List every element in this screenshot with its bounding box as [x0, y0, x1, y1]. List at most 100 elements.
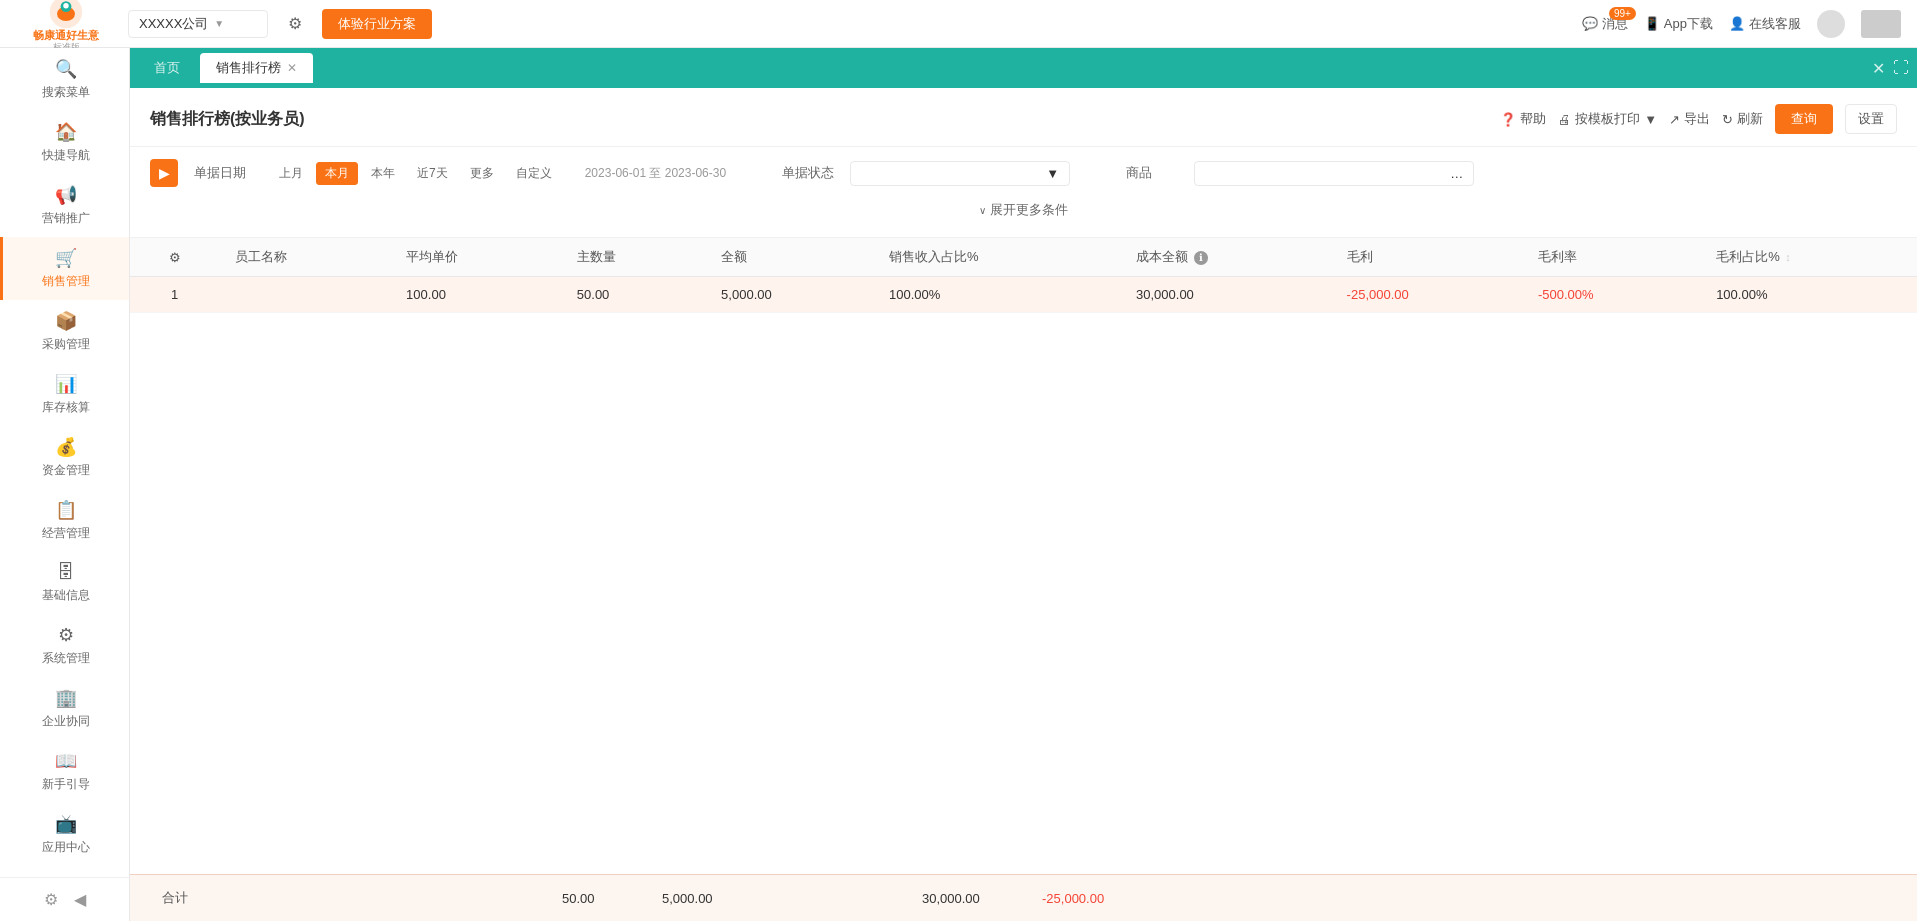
sidebar-item-sales[interactable]: 🛒 销售管理 — [0, 237, 129, 300]
sidebar-collapse-button[interactable]: ◀ — [74, 890, 86, 909]
svg-point-3 — [63, 3, 68, 8]
sidebar-item-guide[interactable]: 📖 新手引导 — [0, 740, 129, 803]
table-container: ⚙ 员工名称 平均单价 主数量 全额 销售收入占比% 成本全额 ℹ 毛利 毛利率… — [130, 238, 1917, 874]
data-table: ⚙ 员工名称 平均单价 主数量 全额 销售收入占比% 成本全额 ℹ 毛利 毛利率… — [130, 238, 1917, 313]
message-button[interactable]: 💬 消息 99+ — [1582, 15, 1628, 33]
sidebar-label-sales: 销售管理 — [42, 273, 90, 290]
th-avg-price: 平均单价 — [390, 238, 561, 277]
basic-icon: 🗄 — [57, 562, 75, 583]
date-btn-custom[interactable]: 自定义 — [507, 162, 561, 185]
sidebar-item-basic[interactable]: 🗄 基础信息 — [0, 552, 129, 614]
trial-button[interactable]: 体验行业方案 — [322, 9, 432, 39]
sidebar-item-purchase[interactable]: 📦 采购管理 — [0, 300, 129, 363]
help-button[interactable]: ❓ 帮助 — [1500, 110, 1546, 128]
sidebar-item-marketing[interactable]: 📢 营销推广 — [0, 174, 129, 237]
app-download-label: App下载 — [1664, 15, 1713, 33]
th-gross-pct: 毛利占比% ↕ — [1700, 238, 1917, 277]
th-gross-margin: 毛利率 — [1522, 238, 1700, 277]
export-button[interactable]: ↗ 导出 — [1669, 110, 1710, 128]
th-sales-pct: 销售收入占比% — [873, 238, 1120, 277]
enterprise-icon: 🏢 — [55, 687, 77, 709]
tab-close-button[interactable]: ✕ — [1872, 59, 1885, 78]
date-btn-7days[interactable]: 近7天 — [408, 162, 457, 185]
sidebar-label-inventory: 库存核算 — [42, 399, 90, 416]
help-label: 帮助 — [1520, 110, 1546, 128]
avatar-name[interactable] — [1861, 10, 1901, 38]
message-icon: 💬 — [1582, 16, 1598, 31]
help-icon: ❓ — [1500, 112, 1516, 127]
cell-gross-pct: 100.00% — [1700, 277, 1917, 313]
th-gross-profit: 毛利 — [1331, 238, 1522, 277]
sidebar-item-inventory[interactable]: 📊 库存核算 — [0, 363, 129, 426]
footer-total-amount: 5,000.00 — [646, 887, 766, 910]
page-actions: ❓ 帮助 🖨 按模板打印 ▼ ↗ 导出 ↻ — [1500, 104, 1897, 134]
export-label: 导出 — [1684, 110, 1710, 128]
more-conditions-toggle[interactable]: ∨ 展开更多条件 — [150, 195, 1897, 225]
date-btn-current-year[interactable]: 本年 — [362, 162, 404, 185]
sidebar-settings-button[interactable]: ⚙ — [44, 890, 58, 909]
sidebar-label-search: 搜索菜单 — [42, 84, 90, 101]
expand-icon: ∨ — [979, 205, 986, 216]
logo-icon — [48, 0, 84, 30]
footer-gross-profit: -25,000.00 — [1026, 887, 1146, 910]
tab-sales-ranking[interactable]: 销售排行榜 ✕ — [200, 53, 313, 83]
tab-close-icon[interactable]: ✕ — [287, 61, 297, 75]
cost-info-icon[interactable]: ℹ — [1194, 251, 1208, 265]
sidebar-bottom: ⚙ ◀ — [0, 877, 129, 921]
sidebar-item-shortcut[interactable]: 🏠 快捷导航 — [0, 111, 129, 174]
th-employee-name: 员工名称 — [219, 238, 390, 277]
print-button[interactable]: 🖨 按模板打印 ▼ — [1558, 110, 1657, 128]
sidebar-item-system[interactable]: ⚙ 系统管理 — [0, 614, 129, 677]
filter-row-1: ▶ 单据日期 上月 本月 本年 近7天 更多 自定义 2023-06-01 至 … — [150, 159, 1897, 187]
status-label: 单据状态 — [782, 164, 842, 182]
sidebar-label-guide: 新手引导 — [42, 776, 90, 793]
sidebar-item-operations[interactable]: 📋 经营管理 — [0, 489, 129, 552]
online-service-button[interactable]: 👤 在线客服 — [1729, 15, 1801, 33]
settings-button[interactable]: 设置 — [1845, 104, 1897, 134]
sidebar-label-purchase: 采购管理 — [42, 336, 90, 353]
refresh-button[interactable]: ↻ 刷新 — [1722, 110, 1763, 128]
home-icon: 🏠 — [55, 121, 77, 143]
top-bar: 畅康通好生意 标准版 XXXXX公司 ▼ ⚙ 体验行业方案 💬 消息 99+ 📱… — [0, 0, 1917, 48]
tab-home[interactable]: 首页 — [138, 53, 196, 83]
tab-sales-ranking-label: 销售排行榜 — [216, 59, 281, 77]
status-select[interactable]: ▼ — [850, 161, 1070, 186]
logo-text: 畅康通好生意 — [33, 30, 99, 41]
sidebar-item-search[interactable]: 🔍 搜索菜单 — [0, 48, 129, 111]
print-label: 按模板打印 — [1575, 110, 1640, 128]
print-icon: 🖨 — [1558, 112, 1571, 127]
page-title: 销售排行榜(按业务员) — [150, 109, 305, 130]
sidebar-item-enterprise[interactable]: 🏢 企业协同 — [0, 677, 129, 740]
appcenter-icon: 📺 — [55, 813, 77, 835]
app-download-button[interactable]: 📱 App下载 — [1644, 15, 1713, 33]
date-period-label: 单据日期 — [194, 164, 254, 182]
sidebar-item-finance[interactable]: 💰 资金管理 — [0, 426, 129, 489]
tab-bar-actions: ✕ ⛶ — [1872, 59, 1909, 78]
sort-icon[interactable]: ↕ — [1785, 251, 1791, 263]
filter-toggle-button[interactable]: ▶ — [150, 159, 178, 187]
content-area: 首页 销售排行榜 ✕ ✕ ⛶ 销售排行榜(按业务员) — [130, 48, 1917, 921]
tab-fullscreen-button[interactable]: ⛶ — [1893, 59, 1909, 77]
more-conditions-label: 展开更多条件 — [990, 201, 1068, 219]
th-settings[interactable]: ⚙ — [130, 238, 219, 277]
query-button[interactable]: 查询 — [1775, 104, 1833, 134]
refresh-icon: ↻ — [1722, 112, 1733, 127]
download-icon: 📱 — [1644, 16, 1660, 31]
sidebar-item-appcenter[interactable]: 📺 应用中心 — [0, 803, 129, 866]
date-btn-last-month[interactable]: 上月 — [270, 162, 312, 185]
date-btn-more[interactable]: 更多 — [461, 162, 503, 185]
cell-gross-profit: -25,000.00 — [1331, 277, 1522, 313]
refresh-label: 刷新 — [1737, 110, 1763, 128]
goods-more-icon: … — [1450, 166, 1463, 181]
company-selector[interactable]: XXXXX公司 ▼ — [128, 10, 268, 38]
search-icon: 🔍 — [55, 58, 77, 80]
top-settings-button[interactable]: ⚙ — [280, 9, 310, 39]
table-footer: 合计 50.00 5,000.00 30,000.00 -25,000.00 — [130, 874, 1917, 921]
page-content: 销售排行榜(按业务员) ❓ 帮助 🖨 按模板打印 ▼ ↗ — [130, 88, 1917, 921]
avatar[interactable] — [1817, 10, 1845, 38]
goods-select[interactable]: … — [1194, 161, 1474, 186]
sales-icon: 🛒 — [55, 247, 77, 269]
logo-area: 畅康通好生意 标准版 — [16, 0, 116, 54]
date-btn-current-month[interactable]: 本月 — [316, 162, 358, 185]
sidebar-item-wechat[interactable]: 💬 企业微信 — [0, 866, 129, 877]
